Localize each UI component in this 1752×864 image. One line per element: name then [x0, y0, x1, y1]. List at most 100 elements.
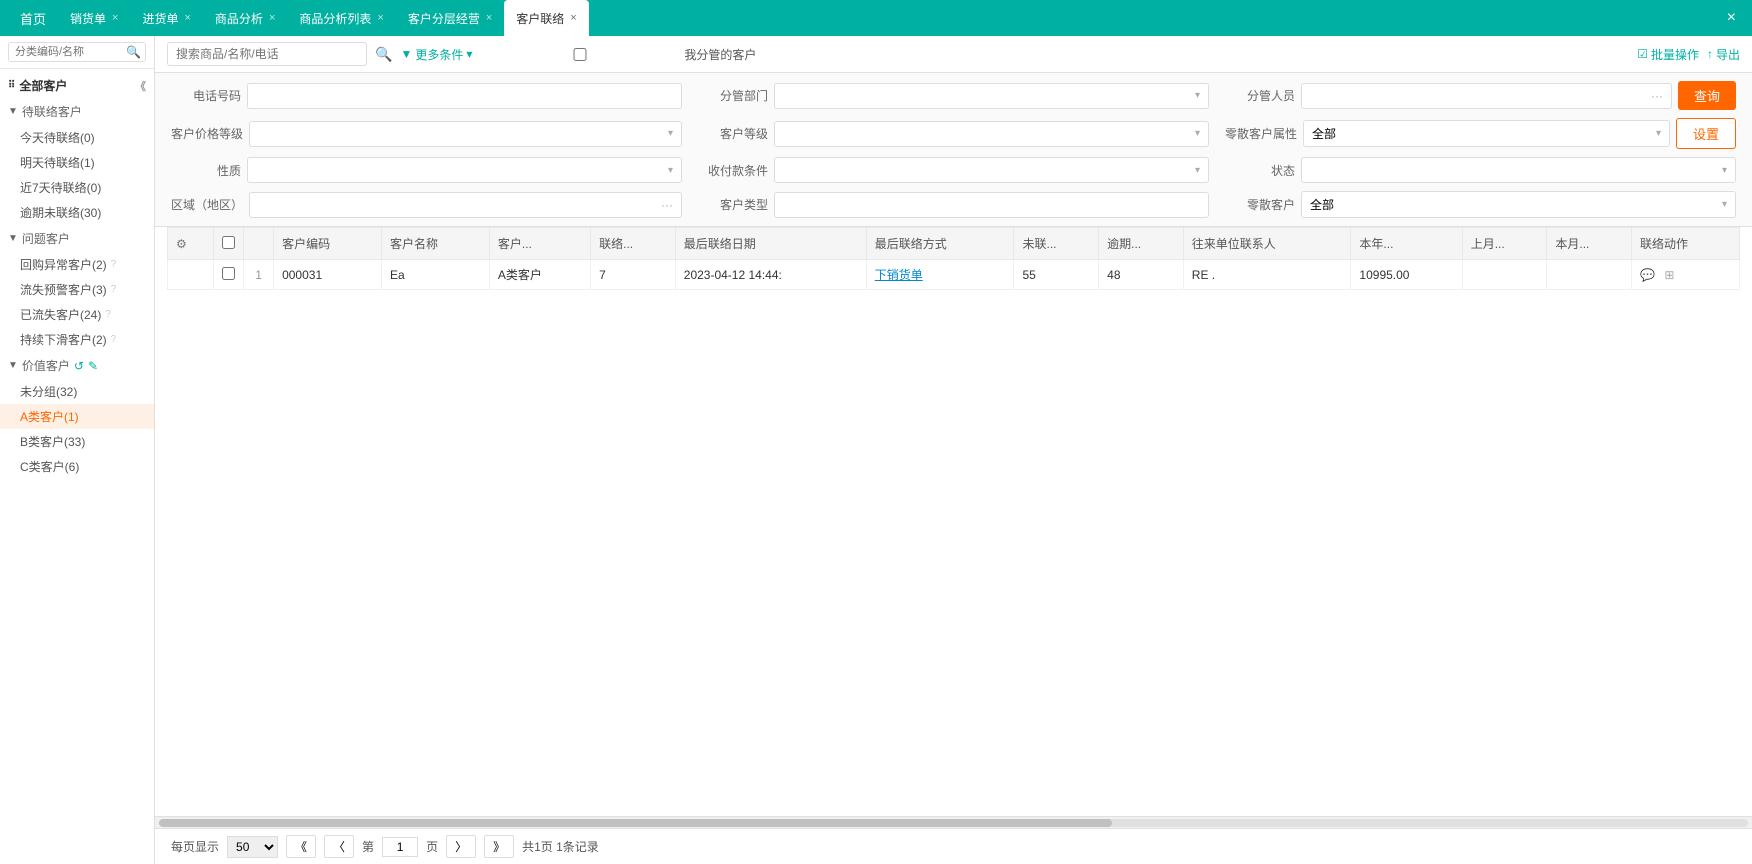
- dots-region: ···: [661, 198, 673, 212]
- filter-phone-input[interactable]: [247, 83, 682, 109]
- th-type[interactable]: 客户...: [489, 228, 590, 260]
- batch-op-btn[interactable]: ☑ 批量操作: [1637, 46, 1699, 63]
- batch-icon: ☑: [1637, 47, 1648, 61]
- sidebar-tomorrow-pending[interactable]: 明天待联络(1): [0, 150, 154, 175]
- th-this-year[interactable]: 本年...: [1351, 228, 1462, 260]
- td-overdue: 48: [1099, 260, 1184, 290]
- nav-analysis-close[interactable]: ×: [269, 12, 275, 24]
- th-this-month[interactable]: 本月...: [1547, 228, 1632, 260]
- action-chat-icon[interactable]: 💬: [1640, 268, 1655, 282]
- sidebar-class-a[interactable]: A类客户(1): [0, 404, 154, 429]
- section-problem[interactable]: ▼ 问题客户: [0, 225, 154, 252]
- action-qr-icon[interactable]: ⊞: [1664, 268, 1674, 282]
- nav-customer-tier-close[interactable]: ×: [486, 12, 492, 24]
- nav-purchase-close[interactable]: ×: [184, 12, 190, 24]
- search-btn[interactable]: 🔍: [375, 46, 392, 63]
- sidebar-collapse-btn[interactable]: 《: [135, 78, 146, 94]
- sidebar-overdue-pending[interactable]: 逾期未联络(30): [0, 200, 154, 225]
- section-value[interactable]: ▼ 价值客户 ↺ ✎: [0, 352, 154, 379]
- th-no-contact[interactable]: 未联...: [1014, 228, 1099, 260]
- value-refresh-icon[interactable]: ↺: [74, 359, 84, 373]
- query-btn[interactable]: 查询: [1678, 81, 1736, 110]
- sidebar-class-b[interactable]: B类客户(33): [0, 429, 154, 454]
- my-customers-check[interactable]: [480, 48, 680, 61]
- th-last-date[interactable]: 最后联络日期: [675, 228, 866, 260]
- td-checkbox[interactable]: [214, 260, 244, 290]
- filter-nature: 性质 ▾: [171, 157, 682, 183]
- filter-manager-input[interactable]: ···: [1301, 83, 1672, 109]
- chevron-level: ▾: [1195, 128, 1200, 139]
- nav-sales[interactable]: 销货单 ×: [58, 0, 130, 36]
- set-btn[interactable]: 设置: [1676, 118, 1736, 149]
- last-method-link[interactable]: 下销货单: [875, 268, 923, 282]
- close-all-tabs[interactable]: ×: [1719, 9, 1744, 27]
- filter-customer-level-select[interactable]: ▾: [774, 121, 1209, 147]
- sidebar-search-area: 🔍: [0, 36, 154, 69]
- th-overdue[interactable]: 逾期...: [1099, 228, 1184, 260]
- my-customers-checkbox[interactable]: 我分管的客户: [480, 46, 756, 63]
- next-page-btn[interactable]: 〉: [446, 835, 476, 858]
- th-contact-person[interactable]: 往来单位联系人: [1183, 228, 1351, 260]
- row-checkbox[interactable]: [222, 267, 235, 280]
- h-scrollbar[interactable]: [155, 816, 1752, 828]
- sidebar-declining[interactable]: 持续下滑客户(2) ?: [0, 327, 154, 352]
- filter-dept-select[interactable]: ▾: [774, 83, 1209, 109]
- nav-home[interactable]: 首页: [8, 0, 58, 36]
- first-page-btn[interactable]: 《: [286, 835, 316, 858]
- per-page-select[interactable]: 50 100 200: [227, 836, 278, 858]
- nav-analysis-list-close[interactable]: ×: [377, 12, 383, 24]
- sidebar-churn-warning[interactable]: 流失预警客户(3) ?: [0, 277, 154, 302]
- sidebar-7day-pending[interactable]: 近7天待联络(0): [0, 175, 154, 200]
- th-last-method[interactable]: 最后联络方式: [866, 228, 1014, 260]
- chevron-nature: ▾: [668, 165, 673, 176]
- chevron-retail-attr: ▾: [1656, 128, 1661, 139]
- help-icon-3: ?: [105, 309, 111, 320]
- prev-page-btn[interactable]: 〈: [324, 835, 354, 858]
- th-contact[interactable]: 联络...: [591, 228, 676, 260]
- th-gear[interactable]: ⚙: [168, 228, 214, 260]
- action-btns: ☑ 批量操作 ↑ 导出: [1637, 46, 1740, 63]
- nav-analysis-list[interactable]: 商品分析列表 ×: [287, 0, 395, 36]
- th-name[interactable]: 客户名称: [381, 228, 489, 260]
- h-scroll-thumb: [159, 819, 1112, 827]
- filter-payment-label: 收付款条件: [698, 162, 768, 179]
- filter-payment-select[interactable]: ▾: [774, 157, 1209, 183]
- sidebar-churned[interactable]: 已流失客户(24) ?: [0, 302, 154, 327]
- value-edit-icon[interactable]: ✎: [88, 359, 98, 373]
- sidebar-unclassified[interactable]: 未分组(32): [0, 379, 154, 404]
- td-last-method[interactable]: 下销货单: [866, 260, 1014, 290]
- td-type: A类客户: [489, 260, 590, 290]
- sidebar-abnormal-purchase[interactable]: 回购异常客户(2) ?: [0, 252, 154, 277]
- more-filters-btn[interactable]: ▼ 更多条件 ▾: [400, 46, 472, 63]
- select-all-checkbox[interactable]: [222, 236, 235, 249]
- filter-manager-label: 分管人员: [1225, 87, 1295, 104]
- th-code[interactable]: 客户编码: [274, 228, 382, 260]
- nav-sales-close[interactable]: ×: [112, 12, 118, 24]
- th-last-month[interactable]: 上月...: [1462, 228, 1547, 260]
- nav-analysis[interactable]: 商品分析 ×: [203, 0, 287, 36]
- filter-region-input[interactable]: ···: [249, 192, 682, 218]
- td-code: 000031: [274, 260, 382, 290]
- export-btn[interactable]: ↑ 导出: [1707, 46, 1740, 63]
- chevron-status: ▾: [1722, 165, 1727, 176]
- filter-price-level: 客户价格等级 ▾: [171, 118, 682, 149]
- filter-status-select[interactable]: ▾: [1301, 157, 1736, 183]
- nav-customer-contact[interactable]: 客户联络 ×: [504, 0, 588, 36]
- sidebar-today-pending[interactable]: 今天待联络(0): [0, 125, 154, 150]
- nav-customer-tier[interactable]: 客户分层经营 ×: [396, 0, 504, 36]
- filter-customer-type-input[interactable]: [774, 192, 1209, 218]
- filter-price-level-select[interactable]: ▾: [249, 121, 682, 147]
- filter-status-label: 状态: [1225, 162, 1295, 179]
- sidebar-class-c[interactable]: C类客户(6): [0, 454, 154, 479]
- page-input[interactable]: [382, 837, 418, 857]
- filter-retail-select[interactable]: 全部 ▾: [1301, 191, 1736, 218]
- filter-retail-attr-select[interactable]: 全部 ▾: [1303, 120, 1670, 147]
- section-pending[interactable]: ▼ 待联络客户: [0, 98, 154, 125]
- last-page-btn[interactable]: 》: [484, 835, 514, 858]
- search-input[interactable]: [167, 42, 367, 66]
- sidebar-search-icon[interactable]: 🔍: [126, 45, 141, 59]
- nav-purchase[interactable]: 进货单 ×: [130, 0, 202, 36]
- nav-customer-contact-close[interactable]: ×: [570, 12, 576, 24]
- filter-nature-select[interactable]: ▾: [247, 157, 682, 183]
- filter-dept-label: 分管部门: [698, 87, 768, 104]
